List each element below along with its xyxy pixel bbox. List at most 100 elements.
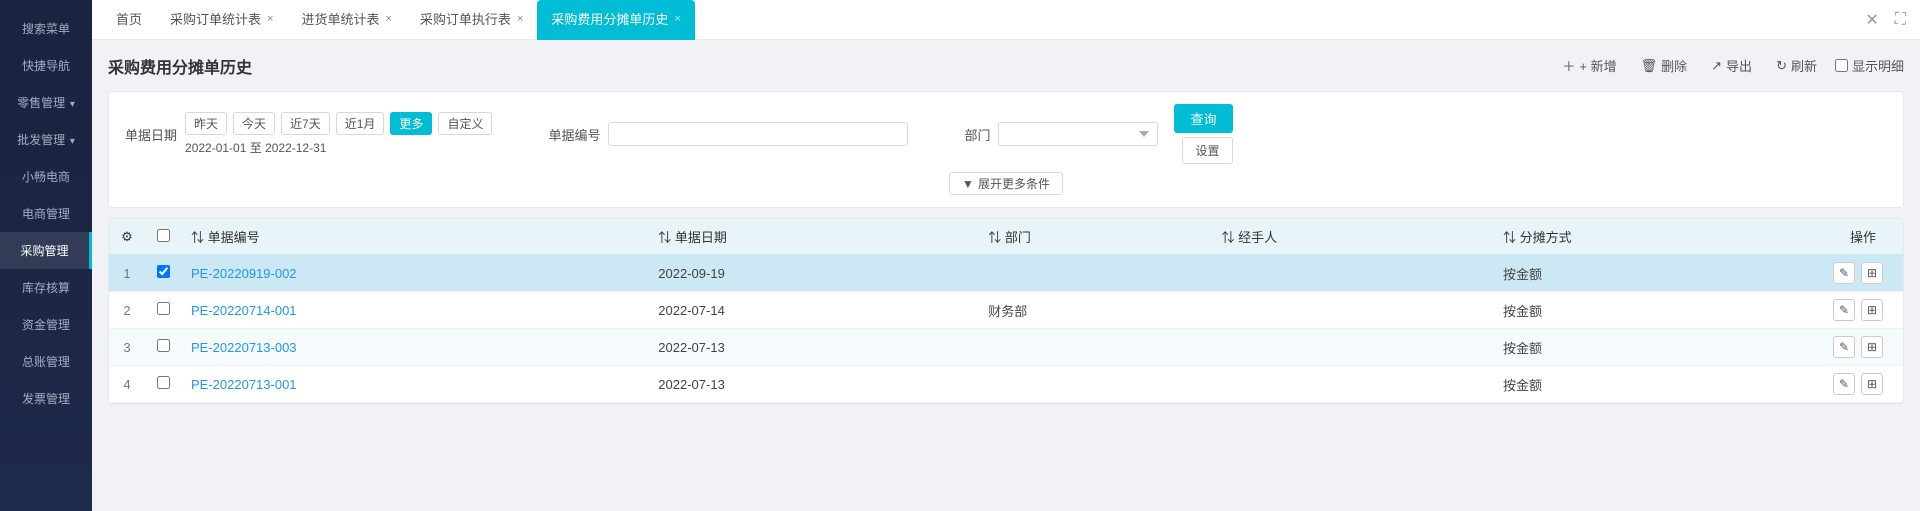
page-header: 采购费用分摊单历史 ＋ + 新增 🗑 删除 ↗ 导出 ↻ 刷新 [108, 52, 1904, 79]
delete-label: 删除 [1661, 56, 1687, 75]
search-settings-button[interactable]: 设置 [1182, 137, 1232, 164]
export-button[interactable]: ↗ 导出 [1705, 52, 1758, 79]
table-row: 3 PE-20220713-003 2022-07-13 按金额 ✎ ⊞ [109, 329, 1903, 366]
detail-button-1[interactable]: ⊞ [1861, 262, 1883, 284]
row-split-method-4: 按金额 [1493, 366, 1823, 403]
edit-button-2[interactable]: ✎ [1833, 299, 1855, 321]
order-no-link-3[interactable]: PE-20220713-003 [191, 340, 297, 355]
order-no-label: 单据编号 [548, 125, 600, 144]
export-icon: ↗ [1711, 58, 1722, 74]
sidebar-item-wholesale-mgmt[interactable]: 批发管理 ▾ [0, 121, 92, 158]
last1month-btn[interactable]: 近1月 [336, 112, 385, 135]
tab-close-purchase-order-stats[interactable]: × [267, 13, 273, 25]
tab-label-purchase-cost-history: 采购费用分摊单历史 [551, 9, 668, 28]
action-buttons-2: ✎ ⊞ [1833, 299, 1893, 321]
detail-button-4[interactable]: ⊞ [1861, 373, 1883, 395]
sidebar-item-retail-mgmt[interactable]: 零售管理 ▾ [0, 84, 92, 121]
sidebar-item-finance-mgmt[interactable]: 资金管理 [0, 306, 92, 343]
row-select-checkbox-2[interactable] [157, 302, 170, 315]
tab-bar: 首页采购订单统计表×进货单统计表× 采购订单执行表 × 采购费用分摊单历史 × ✕ ⛶ [92, 0, 1920, 40]
tab-close-purchase-cost-history[interactable]: × [674, 13, 680, 25]
tab-close-purchase-order-exec[interactable]: × [517, 13, 523, 25]
edit-button-1[interactable]: ✎ [1833, 262, 1855, 284]
edit-button-3[interactable]: ✎ [1833, 336, 1855, 358]
close-window-icon[interactable]: ✕ [1861, 8, 1882, 32]
tab-incoming-stats[interactable]: 进货单统计表× [287, 0, 405, 40]
th-action: 操作 [1823, 219, 1903, 255]
sidebar-item-purchase-mgmt[interactable]: 采购管理 [0, 232, 92, 269]
row-dept-1 [978, 255, 1211, 292]
row-select-checkbox-1[interactable] [157, 265, 170, 278]
select-all-checkbox[interactable] [157, 229, 170, 242]
yesterday-btn[interactable]: 昨天 [185, 112, 227, 135]
sidebar-item-ledger-mgmt[interactable]: 总账管理 [0, 343, 92, 380]
row-actions-3: ✎ ⊞ [1823, 329, 1903, 366]
main-content: 首页采购订单统计表×进货单统计表×采购订单执行表×采购费用分摊单历史× ✕ ⛶ … [92, 0, 1920, 511]
order-no-link-4[interactable]: PE-20220713-001 [191, 377, 297, 392]
sidebar-item-mini-ecommerce[interactable]: 小畅电商 [0, 158, 92, 195]
sidebar-item-invoice-mgmt[interactable]: 发票管理 [0, 380, 92, 417]
chevron-icon: ▾ [67, 99, 75, 110]
row-order-no-2: PE-20220714-001 [181, 292, 648, 329]
order-no-link-1[interactable]: PE-20220919-002 [191, 266, 297, 281]
row-handler-2 [1211, 292, 1493, 329]
tab-label-purchase-order-exec: 采购订单执行表 [420, 9, 511, 28]
chevron-icon: ▾ [67, 136, 75, 147]
detail-button-3[interactable]: ⊞ [1861, 336, 1883, 358]
sidebar-item-quick-nav[interactable]: 快捷导航 [0, 47, 92, 84]
th-settings[interactable]: ⚙ [109, 219, 145, 255]
add-button[interactable]: ＋ + 新增 [1556, 52, 1622, 79]
order-no-input[interactable] [608, 122, 908, 146]
query-button[interactable]: 查询 [1174, 104, 1232, 133]
expand-more-btn[interactable]: ▼ 展开更多条件 [949, 172, 1063, 195]
row-split-method-2: 按金额 [1493, 292, 1823, 329]
dept-label: 部门 [964, 125, 990, 144]
custom-btn[interactable]: 自定义 [438, 112, 492, 135]
row-num-2: 2 [109, 292, 145, 329]
sidebar-item-ecommerce-mgmt[interactable]: 电商管理 [0, 195, 92, 232]
maximize-window-icon[interactable]: ⛶ [1891, 9, 1910, 31]
th-split-method[interactable]: ⇅ 分摊方式 [1493, 219, 1823, 255]
date-filter-field: 单据日期 昨天 今天 近7天 近1月 更多 自定义 2022-01-01 至 2… [125, 112, 492, 156]
content-area: 采购费用分摊单历史 ＋ + 新增 🗑 删除 ↗ 导出 ↻ 刷新 [92, 40, 1920, 511]
th-handler[interactable]: ⇅ 经手人 [1211, 219, 1493, 255]
row-checkbox-1 [145, 255, 181, 292]
th-dept[interactable]: ⇅ 部门 [978, 219, 1211, 255]
more-btn[interactable]: 更多 [390, 112, 432, 135]
edit-button-4[interactable]: ✎ [1833, 373, 1855, 395]
table-row: 4 PE-20220713-001 2022-07-13 按金额 ✎ ⊞ [109, 366, 1903, 403]
sidebar-item-search-menu[interactable]: 搜索菜单 [0, 10, 92, 47]
th-order-date[interactable]: ⇅ 单据日期 [648, 219, 978, 255]
add-icon: ＋ [1562, 56, 1575, 75]
show-cols-checkbox[interactable] [1835, 59, 1848, 72]
tab-home[interactable]: 首页 [102, 0, 156, 40]
refresh-button[interactable]: ↻ 刷新 [1770, 52, 1823, 79]
row-order-no-3: PE-20220713-003 [181, 329, 648, 366]
th-order-no[interactable]: ⇅ 单据编号 [181, 219, 648, 255]
dept-select[interactable]: 财务部 [998, 122, 1158, 146]
delete-button[interactable]: 🗑 删除 [1635, 52, 1694, 79]
dept-field: 部门 财务部 [964, 122, 1158, 146]
tab-close-incoming-stats[interactable]: × [385, 13, 391, 25]
detail-button-2[interactable]: ⊞ [1861, 299, 1883, 321]
last7days-btn[interactable]: 近7天 [281, 112, 330, 135]
row-actions-2: ✎ ⊞ [1823, 292, 1903, 329]
today-btn[interactable]: 今天 [233, 112, 275, 135]
tab-purchase-cost-history[interactable]: 采购费用分摊单历史 × [537, 0, 694, 40]
tab-purchase-order-exec[interactable]: 采购订单执行表 × [406, 0, 537, 40]
tab-purchase-order-stats[interactable]: 采购订单统计表× [156, 0, 287, 40]
row-order-no-4: PE-20220713-001 [181, 366, 648, 403]
sidebar-item-inventory[interactable]: 库存核算 [0, 269, 92, 306]
order-no-link-2[interactable]: PE-20220714-001 [191, 303, 297, 318]
date-range-group: 昨天 今天 近7天 近1月 更多 自定义 [185, 112, 492, 135]
sort-icon-dept: ⇅ [988, 230, 1001, 245]
refresh-label: 刷新 [1791, 56, 1817, 75]
sort-icon-order-no: ⇅ [191, 230, 204, 245]
row-num-4: 4 [109, 366, 145, 403]
show-cols-label: 显示明细 [1852, 56, 1904, 75]
row-order-date-3: 2022-07-13 [648, 329, 978, 366]
show-cols-toggle[interactable]: 显示明细 [1835, 56, 1904, 75]
row-select-checkbox-4[interactable] [157, 376, 170, 389]
row-select-checkbox-3[interactable] [157, 339, 170, 352]
expand-row: ▼ 展开更多条件 [125, 172, 1887, 195]
